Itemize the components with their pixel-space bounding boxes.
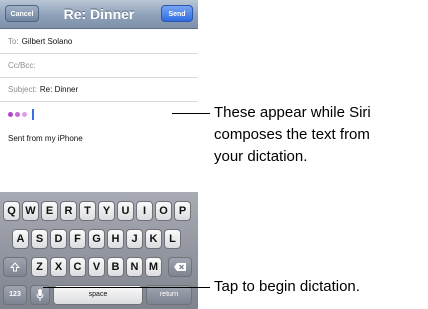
key-x[interactable]: X: [50, 257, 67, 277]
key-f[interactable]: F: [69, 229, 86, 249]
cc-bcc-field[interactable]: Cc/Bcc:: [0, 54, 198, 78]
microphone-icon: [36, 289, 44, 301]
key-w[interactable]: W: [22, 201, 39, 221]
key-k[interactable]: K: [145, 229, 162, 249]
dots-callout-line-2: composes the text from: [214, 126, 370, 143]
mic-callout-line: [43, 287, 210, 288]
key-j[interactable]: J: [126, 229, 143, 249]
key-e[interactable]: E: [41, 201, 58, 221]
key-s[interactable]: S: [31, 229, 48, 249]
mic-callout-text: Tap to begin dictation.: [214, 278, 360, 295]
key-o[interactable]: O: [155, 201, 172, 221]
key-l[interactable]: L: [164, 229, 181, 249]
key-g[interactable]: G: [88, 229, 105, 249]
iphone-mail-compose: Cancel Re: Dinner Send To: Gilbert Solano…: [0, 0, 198, 309]
key-u[interactable]: U: [117, 201, 134, 221]
message-signature[interactable]: Sent from my iPhone: [8, 134, 83, 143]
key-r[interactable]: R: [60, 201, 77, 221]
shift-icon: [9, 262, 21, 272]
key-p[interactable]: P: [174, 201, 191, 221]
dots-callout-line-3: your dictation.: [214, 148, 308, 165]
siri-dictation-dots: [8, 108, 34, 120]
key-m[interactable]: M: [145, 257, 162, 277]
delete-key[interactable]: [168, 257, 192, 277]
return-key[interactable]: return: [146, 285, 192, 305]
text-cursor: [32, 108, 34, 120]
navigation-bar: Cancel Re: Dinner Send: [0, 0, 198, 29]
cc-bcc-label: Cc/Bcc:: [8, 61, 36, 70]
numbers-key[interactable]: 123: [3, 285, 27, 305]
shift-key[interactable]: [3, 257, 27, 277]
dictation-dot: [8, 111, 13, 117]
dots-callout-line: [172, 113, 210, 114]
key-h[interactable]: H: [107, 229, 124, 249]
key-q[interactable]: Q: [3, 201, 20, 221]
key-d[interactable]: D: [50, 229, 67, 249]
dots-callout-line-1: These appear while Siri: [214, 104, 371, 121]
send-button[interactable]: Send: [161, 5, 193, 22]
key-i[interactable]: I: [136, 201, 153, 221]
subject-value: Re: Dinner: [39, 85, 79, 94]
key-t[interactable]: T: [79, 201, 96, 221]
to-field[interactable]: To: Gilbert Solano: [0, 30, 198, 54]
delete-icon: [174, 263, 186, 271]
to-recipient: Gilbert Solano: [21, 37, 73, 46]
dictation-key[interactable]: [30, 285, 50, 305]
key-y[interactable]: Y: [98, 201, 115, 221]
subject-field[interactable]: Subject: Re: Dinner: [0, 78, 198, 102]
dictation-dot: [15, 111, 20, 117]
to-label: To:: [8, 37, 19, 46]
key-z[interactable]: Z: [31, 257, 48, 277]
key-b[interactable]: B: [107, 257, 124, 277]
subject-label: Subject:: [8, 85, 37, 94]
keyboard: Q W E R T Y U I O P A S D F G H J K L Z …: [0, 192, 198, 309]
key-c[interactable]: C: [69, 257, 86, 277]
key-v[interactable]: V: [88, 257, 105, 277]
key-n[interactable]: N: [126, 257, 143, 277]
dictation-dot: [22, 111, 27, 117]
key-a[interactable]: A: [12, 229, 29, 249]
space-key[interactable]: space: [53, 285, 143, 305]
